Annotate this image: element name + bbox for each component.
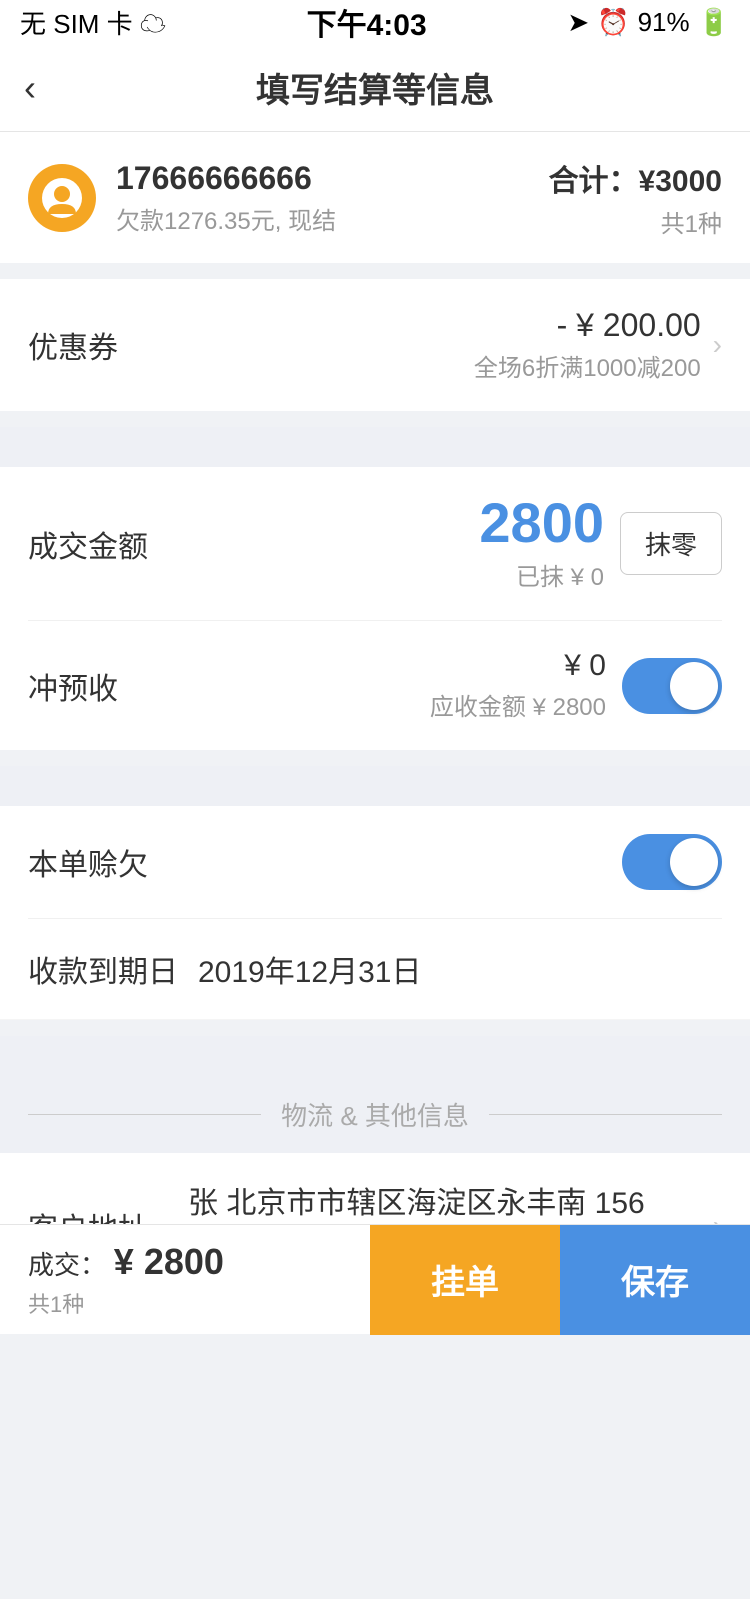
prepayment-value: ¥ 0 [188, 649, 606, 683]
coupon-amount: - ¥ 200.00 [474, 307, 701, 344]
status-right: ➤ ⏰ 91% 🔋 [567, 7, 730, 38]
round-off-button[interactable]: 抹零 [620, 512, 722, 575]
content-area: 17666666666 欠款1276.35元, 现结 合计：¥3000 共1种 … [0, 132, 750, 1599]
prepayment-right: ¥ 0 应收金额 ¥ 2800 [188, 649, 606, 722]
arrears-row: 本单赊欠 [0, 806, 750, 918]
coupon-desc: 全场6折满1000减200 [474, 348, 701, 383]
prepayment-row: 冲预收 ¥ 0 应收金额 ¥ 2800 [0, 621, 750, 750]
coupon-chevron-icon: › [713, 329, 722, 361]
avatar [28, 164, 96, 232]
coupon-right: - ¥ 200.00 全场6折满1000减200 [474, 307, 701, 383]
arrears-section: 本单赊欠 收款到期日 2019年12月31日 [0, 806, 750, 1020]
location-icon: ➤ [567, 7, 589, 38]
separator-2 [0, 766, 750, 806]
battery-level: 91% [638, 7, 690, 38]
user-row: 17666666666 欠款1276.35元, 现结 合计：¥3000 共1种 [0, 132, 750, 263]
hold-order-button[interactable]: 挂单 [370, 1225, 560, 1335]
alarm-icon: ⏰ [597, 7, 629, 38]
total-amount: 合计：¥3000 [549, 156, 722, 200]
status-left: 无 SIM 卡 ☁ [20, 4, 166, 41]
total-sub: 共1种 [549, 204, 722, 239]
arrears-label: 本单赊欠 [28, 840, 188, 884]
user-sub-text: 欠款1276.35元, 现结 [116, 201, 549, 236]
status-bar: 无 SIM 卡 ☁ 下午4:03 ➤ ⏰ 91% 🔋 [0, 0, 750, 44]
prepayment-sub: 应收金额 ¥ 2800 [188, 687, 606, 722]
user-avatar-icon [42, 178, 82, 218]
prepayment-toggle[interactable] [622, 658, 722, 714]
prepayment-label: 冲预收 [28, 664, 188, 708]
deal-amount-row: 成交金额 2800 已抹 ¥ 0 抹零 [0, 467, 750, 620]
arrears-toggle[interactable] [622, 834, 722, 890]
logistics-divider: 物流 & 其他信息 [0, 1076, 750, 1153]
battery-icon: 🔋 [698, 7, 730, 38]
deal-amount-label: 成交金额 [28, 522, 479, 566]
due-date-label: 收款到期日 [28, 947, 178, 991]
toggle-knob-prepayment [670, 662, 718, 710]
nav-bar: ‹ 填写结算等信息 [0, 44, 750, 132]
user-info: 17666666666 欠款1276.35元, 现结 [116, 160, 549, 236]
user-info-card: 17666666666 欠款1276.35元, 现结 合计：¥3000 共1种 [0, 132, 750, 263]
deal-amount-value-wrap: 2800 已抹 ¥ 0 [479, 495, 604, 592]
deal-amount-section: 成交金额 2800 已抹 ¥ 0 抹零 冲预收 ¥ 0 应收金额 ¥ 2800 [0, 467, 750, 750]
bottom-bar: 成交： ¥ 2800 共1种 挂单 保存 [0, 1224, 750, 1334]
page-title: 填写结算等信息 [256, 63, 494, 112]
logistics-title: 物流 & 其他信息 [261, 1096, 489, 1133]
separator-1 [0, 427, 750, 467]
due-date-row: 收款到期日 2019年12月31日 [0, 919, 750, 1020]
toggle-knob-arrears [670, 838, 718, 886]
bottom-left: 成交： ¥ 2800 共1种 [0, 1241, 370, 1319]
coupon-row[interactable]: 优惠券 - ¥ 200.00 全场6折满1000减200 › [0, 279, 750, 411]
coupon-label: 优惠券 [28, 323, 474, 367]
user-total: 合计：¥3000 共1种 [549, 156, 722, 239]
bottom-deal-amount: ¥ 2800 [114, 1241, 224, 1282]
bottom-deal-label-row: 成交： ¥ 2800 [28, 1241, 342, 1283]
deal-amount-value: 2800 [479, 495, 604, 551]
bottom-deal-label: 成交： [28, 1250, 106, 1280]
save-button[interactable]: 保存 [560, 1225, 750, 1335]
back-button[interactable]: ‹ [24, 67, 36, 109]
sim-status: 无 SIM 卡 ☁ [20, 4, 166, 41]
due-date-value: 2019年12月31日 [198, 947, 421, 991]
deal-amount-sub: 已抹 ¥ 0 [479, 557, 604, 592]
bottom-deal-sub: 共1种 [28, 1287, 342, 1319]
logistics-line-left [28, 1114, 261, 1115]
logistics-line-right [489, 1114, 722, 1115]
separator-3 [0, 1036, 750, 1076]
status-time: 下午4:03 [307, 0, 427, 44]
user-phone: 17666666666 [116, 160, 549, 197]
